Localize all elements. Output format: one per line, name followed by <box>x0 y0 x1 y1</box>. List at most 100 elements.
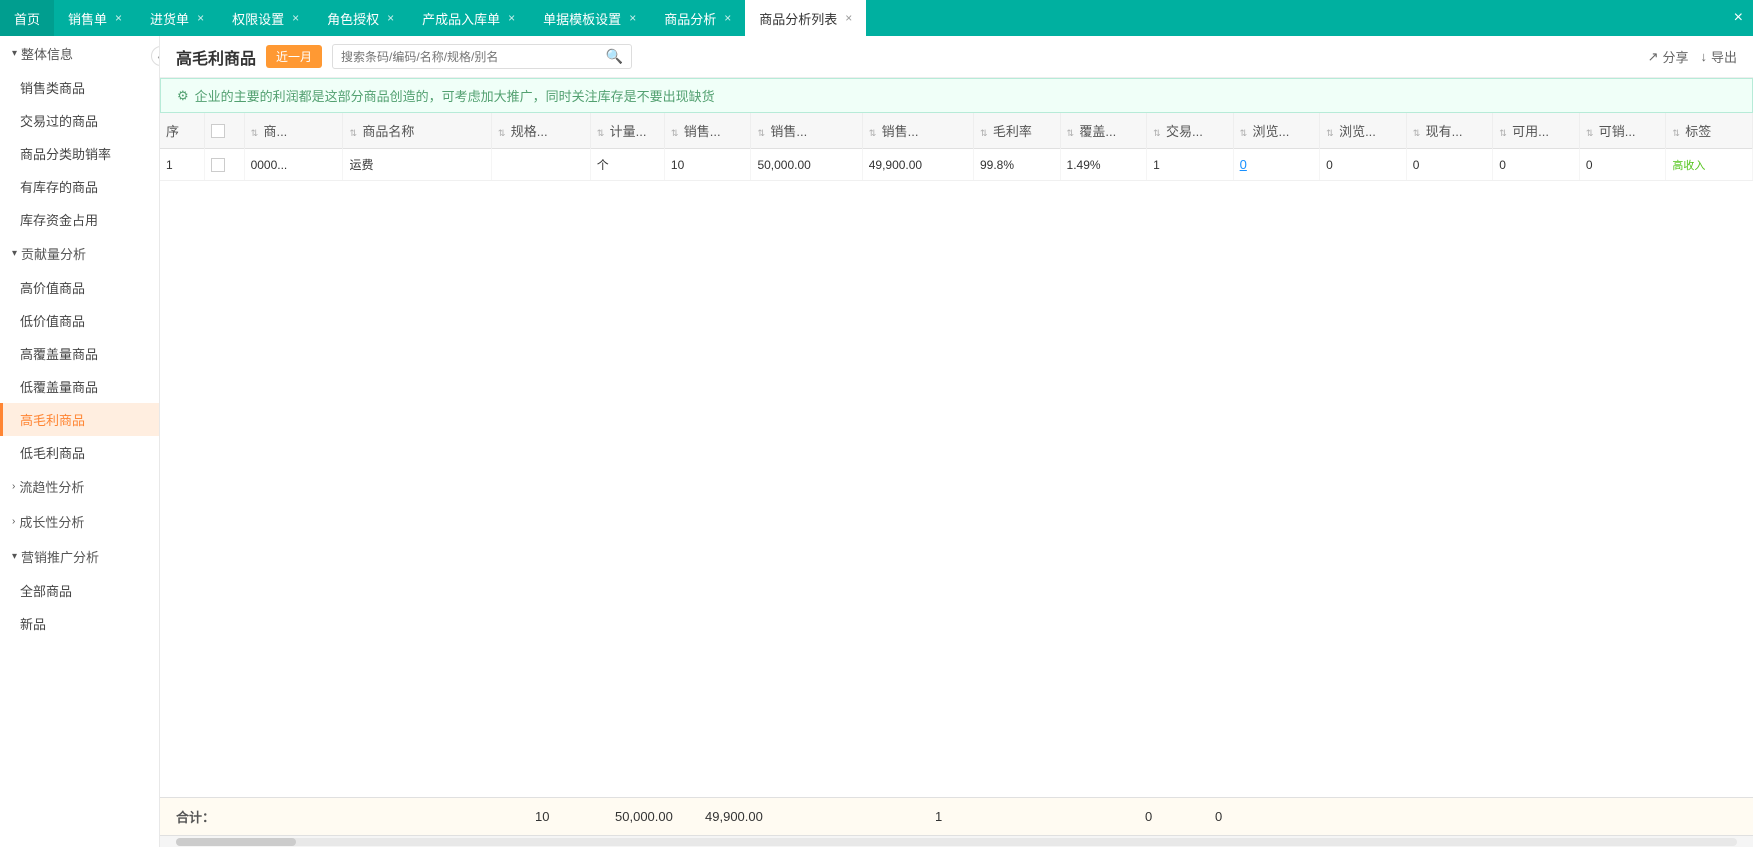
sidebar-item-sales-goods[interactable]: 销售类商品 <box>0 71 159 104</box>
page-title: 高毛利商品 <box>176 45 256 69</box>
header-actions: ↗ 分享 ↓ 导出 <box>1648 47 1737 66</box>
sort-icon-16: ⇅ <box>1672 128 1680 138</box>
table-container[interactable]: 序 ⇅ 商... ⇅ 商品名称 <box>160 113 1753 797</box>
sidebar-group-flow[interactable]: › 流趋性分析 <box>0 469 159 504</box>
col-header-stock[interactable]: ⇅ 现有... <box>1406 113 1493 149</box>
cell-pv1[interactable]: 0 <box>1233 149 1320 181</box>
cell-pv2: 0 <box>1320 149 1407 181</box>
sort-icon-15: ⇅ <box>1586 128 1594 138</box>
row-checkbox[interactable] <box>211 158 225 172</box>
nav-close-role[interactable]: × <box>387 11 394 25</box>
col-header-sell[interactable]: ⇅ 可销... <box>1579 113 1666 149</box>
search-icon[interactable]: 🔍 <box>606 48 623 65</box>
sidebar-group-overall[interactable]: ▾ 整体信息 <box>0 36 159 71</box>
nav-close-inbound[interactable]: × <box>508 11 515 25</box>
cell-code: 0000... <box>244 149 343 181</box>
nav-permission-settings[interactable]: 权限设置 × <box>218 0 313 36</box>
footer-pv1 <box>1005 809 1075 824</box>
nav-close-purchase[interactable]: × <box>197 11 204 25</box>
col-header-name[interactable]: ⇅ 商品名称 <box>343 113 491 149</box>
nav-purchase-order[interactable]: 进货单 × <box>136 0 218 36</box>
nav-close-all[interactable]: × <box>1734 9 1753 27</box>
nav-close-sales[interactable]: × <box>115 11 122 25</box>
cell-spec <box>491 149 590 181</box>
sort-icon-3: ⇅ <box>498 128 506 138</box>
sidebar-group-growth[interactable]: › 成长性分析 <box>0 504 159 539</box>
col-header-pv1[interactable]: ⇅ 浏览... <box>1233 113 1320 149</box>
sidebar-item-all-goods[interactable]: 全部商品 <box>0 574 159 607</box>
nav-template-settings[interactable]: 单据模板设置 × <box>529 0 650 36</box>
export-button[interactable]: ↓ 导出 <box>1700 47 1737 66</box>
nav-close-analysis-list[interactable]: × <box>845 11 852 25</box>
data-table: 序 ⇅ 商... ⇅ 商品名称 <box>160 113 1753 181</box>
cell-avail: 0 <box>1493 149 1580 181</box>
sort-icon: ⇅ <box>251 128 259 138</box>
col-header-spec[interactable]: ⇅ 规格... <box>491 113 590 149</box>
scrollbar-thumb[interactable] <box>176 838 296 846</box>
select-all-checkbox[interactable] <box>211 124 225 138</box>
share-button[interactable]: ↗ 分享 <box>1648 47 1689 66</box>
sidebar-item-low-value[interactable]: 低价值商品 <box>0 304 159 337</box>
footer-avail: 0 <box>1215 809 1285 824</box>
nav-role-auth[interactable]: 角色授权 × <box>313 0 408 36</box>
sidebar-item-new-goods[interactable]: 新品 <box>0 607 159 640</box>
col-header-unit[interactable]: ⇅ 计量... <box>590 113 664 149</box>
nav-close-analysis[interactable]: × <box>724 11 731 25</box>
nav-close-template[interactable]: × <box>629 11 636 25</box>
sidebar-item-high-margin[interactable]: 高毛利商品 <box>0 403 159 436</box>
col-header-no: 序 <box>160 113 205 149</box>
nav-close-permission[interactable]: × <box>292 11 299 25</box>
chevron-down-icon-2: ▾ <box>12 248 17 259</box>
col-header-sales-profit[interactable]: ⇅ 销售... <box>862 113 973 149</box>
nav-sales-order[interactable]: 销售单 × <box>54 0 136 36</box>
search-input[interactable] <box>341 50 600 64</box>
horizontal-scrollbar[interactable] <box>160 835 1753 847</box>
col-header-trade[interactable]: ⇅ 交易... <box>1147 113 1234 149</box>
cell-sales-amt: 50,000.00 <box>751 149 862 181</box>
content-header: 高毛利商品 近一月 🔍 ↗ 分享 ↓ 导出 <box>160 36 1753 78</box>
cell-no: 1 <box>160 149 205 181</box>
sidebar-item-high-value[interactable]: 高价值商品 <box>0 271 159 304</box>
col-header-sales-amt[interactable]: ⇅ 销售... <box>751 113 862 149</box>
sort-icon-14: ⇅ <box>1499 128 1507 138</box>
sort-icon-11: ⇅ <box>1240 128 1248 138</box>
table-footer: 合计： 10 50,000.00 49,900.00 1 0 0 <box>160 797 1753 835</box>
sort-icon-9: ⇅ <box>1067 128 1075 138</box>
cell-stock: 0 <box>1406 149 1493 181</box>
nav-product-analysis[interactable]: 商品分析 × <box>650 0 745 36</box>
col-header-tag[interactable]: ⇅ 标签 <box>1666 113 1753 149</box>
sidebar-item-stock-capital[interactable]: 库存资金占用 <box>0 203 159 236</box>
sidebar-item-category-rate[interactable]: 商品分类助销率 <box>0 137 159 170</box>
sort-icon-10: ⇅ <box>1153 128 1161 138</box>
footer-values: 10 50,000.00 49,900.00 1 0 0 <box>225 809 1737 824</box>
nav-home[interactable]: 首页 <box>0 0 54 36</box>
sidebar-group-marketing[interactable]: ▾ 营销推广分析 <box>0 539 159 574</box>
sidebar-item-low-margin[interactable]: 低毛利商品 <box>0 436 159 469</box>
content-area: 高毛利商品 近一月 🔍 ↗ 分享 ↓ 导出 ⚙ 企业的主要的利润都是这部分商品创… <box>160 36 1753 847</box>
sidebar: « ▾ 整体信息 销售类商品 交易过的商品 商品分类助销率 有库存的商品 库存资… <box>0 36 160 847</box>
cell-checkbox <box>205 149 245 181</box>
nav-product-analysis-list[interactable]: 商品分析列表 × <box>745 0 866 36</box>
col-header-checkbox <box>205 113 245 149</box>
chevron-down-icon-3: ▾ <box>12 551 17 562</box>
filter-button[interactable]: 近一月 <box>266 45 322 68</box>
col-header-margin[interactable]: ⇅ 毛利率 <box>973 113 1060 149</box>
col-header-avail[interactable]: ⇅ 可用... <box>1493 113 1580 149</box>
sidebar-item-in-stock-goods[interactable]: 有库存的商品 <box>0 170 159 203</box>
notice-bar: ⚙ 企业的主要的利润都是这部分商品创造的，可考虑加大推广，同时关注库存是不要出现… <box>160 78 1753 113</box>
sidebar-item-high-cover[interactable]: 高覆盖量商品 <box>0 337 159 370</box>
col-header-code[interactable]: ⇅ 商... <box>244 113 343 149</box>
col-header-pv2[interactable]: ⇅ 浏览... <box>1320 113 1407 149</box>
sidebar-item-traded-goods[interactable]: 交易过的商品 <box>0 104 159 137</box>
chevron-down-icon: ▾ <box>12 48 17 59</box>
col-header-sales-qty[interactable]: ⇅ 销售... <box>664 113 751 149</box>
notice-text: 企业的主要的利润都是这部分商品创造的，可考虑加大推广，同时关注库存是不要出现缺货 <box>195 86 715 105</box>
nav-product-inbound[interactable]: 产成品入库单 × <box>408 0 529 36</box>
footer-stock: 0 <box>1145 809 1215 824</box>
sidebar-group-contribution[interactable]: ▾ 贡献量分析 <box>0 236 159 271</box>
sidebar-item-low-cover[interactable]: 低覆盖量商品 <box>0 370 159 403</box>
footer-trade: 1 <box>935 809 1005 824</box>
cell-cover: 1.49% <box>1060 149 1147 181</box>
footer-sales-profit: 49,900.00 <box>705 809 795 824</box>
col-header-cover[interactable]: ⇅ 覆盖... <box>1060 113 1147 149</box>
